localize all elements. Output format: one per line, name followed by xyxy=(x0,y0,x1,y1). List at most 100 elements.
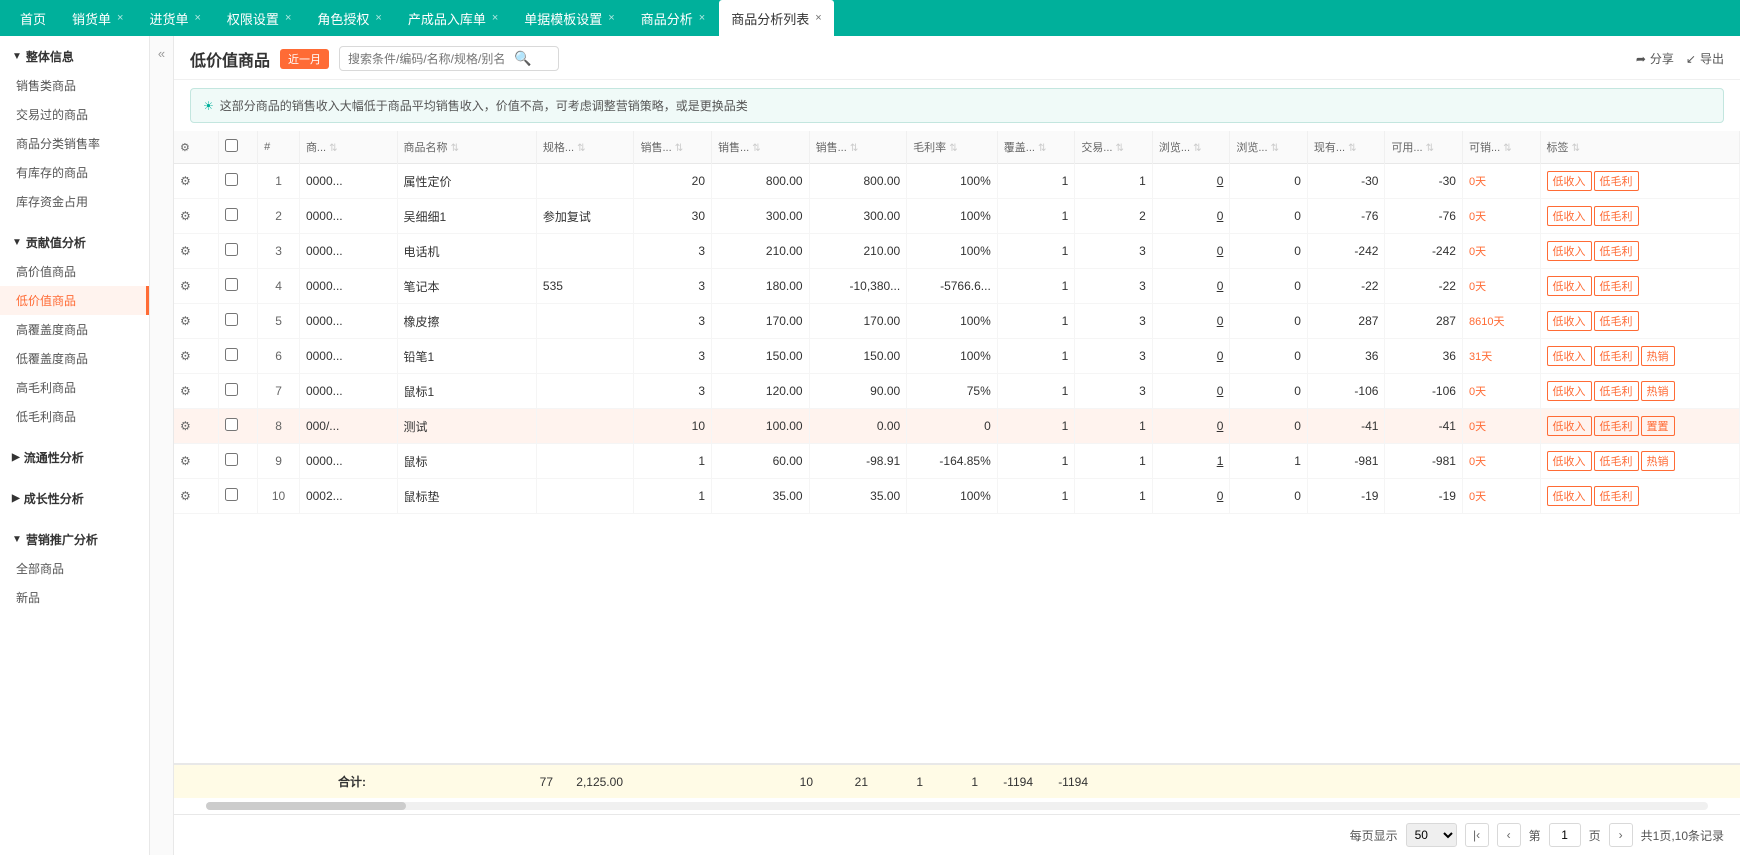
close-icon[interactable]: × xyxy=(375,12,381,24)
scrollbar-thumb[interactable] xyxy=(206,802,406,810)
browse1-link[interactable]: 0 xyxy=(1217,209,1224,223)
share-button[interactable]: ➦ 分享 xyxy=(1636,50,1674,67)
sidebar-item-全部商品[interactable]: 全部商品 xyxy=(0,554,149,583)
nav-item-进货单[interactable]: 进货单× xyxy=(137,0,212,36)
browse1-link[interactable]: 0 xyxy=(1217,174,1224,188)
sidebar-item-销售类商品[interactable]: 销售类商品 xyxy=(0,71,149,100)
sidebar-group-header-成长性分析[interactable]: ▶ 成长性分析 xyxy=(0,484,149,513)
gear-cell[interactable]: ⚙ xyxy=(174,409,219,444)
sidebar-item-高毛利商品[interactable]: 高毛利商品 xyxy=(0,373,149,402)
browse1-link[interactable]: 0 xyxy=(1217,419,1224,433)
nav-item-权限设置[interactable]: 权限设置× xyxy=(215,0,303,36)
row-check[interactable] xyxy=(219,374,258,409)
row-checkbox[interactable] xyxy=(225,243,238,256)
prev-page-btn[interactable]: ‹ xyxy=(1497,823,1521,847)
page-size-select[interactable]: 50 100 200 xyxy=(1406,823,1457,847)
gear-cell[interactable]: ⚙ xyxy=(174,269,219,304)
col-trade[interactable]: 交易... ⇅ xyxy=(1075,131,1153,164)
export-button[interactable]: ↙ 导出 xyxy=(1686,50,1724,67)
col-tag[interactable]: 标签 ⇅ xyxy=(1540,131,1740,164)
first-page-btn[interactable]: |‹ xyxy=(1465,823,1489,847)
sidebar-item-高覆盖度商品[interactable]: 高覆盖度商品 xyxy=(0,315,149,344)
row-checkbox[interactable] xyxy=(225,453,238,466)
nav-item-产成品入库单[interactable]: 产成品入库单× xyxy=(396,0,510,36)
browse1-link[interactable]: 0 xyxy=(1217,244,1224,258)
sidebar-item-有库存的商品[interactable]: 有库存的商品 xyxy=(0,158,149,187)
browse1-link[interactable]: 0 xyxy=(1217,384,1224,398)
sidebar-item-低价值商品[interactable]: 低价值商品 xyxy=(0,286,149,315)
search-icon[interactable]: 🔍 xyxy=(514,50,531,67)
col-sales-qty[interactable]: 销售... ⇅ xyxy=(634,131,712,164)
sidebar-item-交易过的商品[interactable]: 交易过的商品 xyxy=(0,100,149,129)
browse1-link[interactable]: 0 xyxy=(1217,279,1224,293)
close-icon[interactable]: × xyxy=(608,12,614,24)
gear-cell[interactable]: ⚙ xyxy=(174,304,219,339)
nav-item-商品分析[interactable]: 商品分析× xyxy=(629,0,717,36)
gear-cell[interactable]: ⚙ xyxy=(174,164,219,199)
browse1-link[interactable]: 0 xyxy=(1217,349,1224,363)
scrollbar-track[interactable] xyxy=(206,802,1708,810)
browse1-link[interactable]: 0 xyxy=(1217,489,1224,503)
close-icon[interactable]: × xyxy=(815,12,821,24)
sidebar-collapse-btn[interactable]: « xyxy=(150,36,174,855)
sidebar-group-header-流通性分析[interactable]: ▶ 流通性分析 xyxy=(0,443,149,472)
gear-cell[interactable]: ⚙ xyxy=(174,234,219,269)
close-icon[interactable]: × xyxy=(117,12,123,24)
row-checkbox[interactable] xyxy=(225,383,238,396)
close-icon[interactable]: × xyxy=(194,12,200,24)
close-icon[interactable]: × xyxy=(285,12,291,24)
select-all-checkbox[interactable] xyxy=(225,139,238,152)
sidebar-item-低覆盖度商品[interactable]: 低覆盖度商品 xyxy=(0,344,149,373)
row-checkbox[interactable] xyxy=(225,488,238,501)
row-check[interactable] xyxy=(219,409,258,444)
sidebar-item-商品分类销售率[interactable]: 商品分类销售率 xyxy=(0,129,149,158)
row-checkbox[interactable] xyxy=(225,173,238,186)
gear-cell[interactable]: ⚙ xyxy=(174,374,219,409)
col-cover[interactable]: 覆盖... ⇅ xyxy=(997,131,1075,164)
col-name[interactable]: 商品名称 ⇅ xyxy=(397,131,536,164)
search-input[interactable] xyxy=(348,52,508,66)
nav-item-单据模板设置[interactable]: 单据模板设置× xyxy=(512,0,626,36)
row-checkbox[interactable] xyxy=(225,278,238,291)
row-check[interactable] xyxy=(219,479,258,514)
col-saleable[interactable]: 可销... ⇅ xyxy=(1462,131,1540,164)
col-check-all[interactable] xyxy=(219,131,258,164)
sidebar-group-header-整体信息[interactable]: ▼ 整体信息 xyxy=(0,42,149,71)
nav-item-销货单[interactable]: 销货单× xyxy=(60,0,135,36)
browse1-link[interactable]: 0 xyxy=(1217,314,1224,328)
col-spec[interactable]: 规格... ⇅ xyxy=(536,131,634,164)
row-check[interactable] xyxy=(219,199,258,234)
gear-cell[interactable]: ⚙ xyxy=(174,339,219,374)
sidebar-item-库存资金占用[interactable]: 库存资金占用 xyxy=(0,187,149,216)
col-gear[interactable]: ⚙ xyxy=(174,131,219,164)
nav-item-角色授权[interactable]: 角色授权× xyxy=(305,0,393,36)
next-page-btn[interactable]: › xyxy=(1609,823,1633,847)
gear-cell[interactable]: ⚙ xyxy=(174,199,219,234)
close-icon[interactable]: × xyxy=(492,12,498,24)
page-input[interactable] xyxy=(1549,823,1581,847)
col-browse1[interactable]: 浏览... ⇅ xyxy=(1152,131,1230,164)
col-sales-cost[interactable]: 销售... ⇅ xyxy=(809,131,907,164)
col-stock[interactable]: 现有... ⇅ xyxy=(1307,131,1385,164)
gear-cell[interactable]: ⚙ xyxy=(174,444,219,479)
sidebar-item-高价值商品[interactable]: 高价值商品 xyxy=(0,257,149,286)
col-margin[interactable]: 毛利率 ⇅ xyxy=(907,131,998,164)
sidebar-group-header-贡献值分析[interactable]: ▼ 贡献值分析 xyxy=(0,228,149,257)
row-checkbox[interactable] xyxy=(225,348,238,361)
gear-cell[interactable]: ⚙ xyxy=(174,479,219,514)
nav-item-商品分析列表[interactable]: 商品分析列表× xyxy=(719,0,833,36)
time-badge[interactable]: 近一月 xyxy=(280,49,329,69)
sidebar-group-header-营销推广分析[interactable]: ▼ 营销推广分析 xyxy=(0,525,149,554)
row-checkbox[interactable] xyxy=(225,418,238,431)
col-avail[interactable]: 可用... ⇅ xyxy=(1385,131,1463,164)
row-check[interactable] xyxy=(219,234,258,269)
browse1-link[interactable]: 1 xyxy=(1217,454,1224,468)
nav-item-首页[interactable]: 首页 xyxy=(8,0,58,36)
row-checkbox[interactable] xyxy=(225,313,238,326)
col-sales-amt[interactable]: 销售... ⇅ xyxy=(712,131,810,164)
close-icon[interactable]: × xyxy=(699,12,705,24)
row-check[interactable] xyxy=(219,304,258,339)
row-check[interactable] xyxy=(219,339,258,374)
row-check[interactable] xyxy=(219,269,258,304)
row-check[interactable] xyxy=(219,444,258,479)
